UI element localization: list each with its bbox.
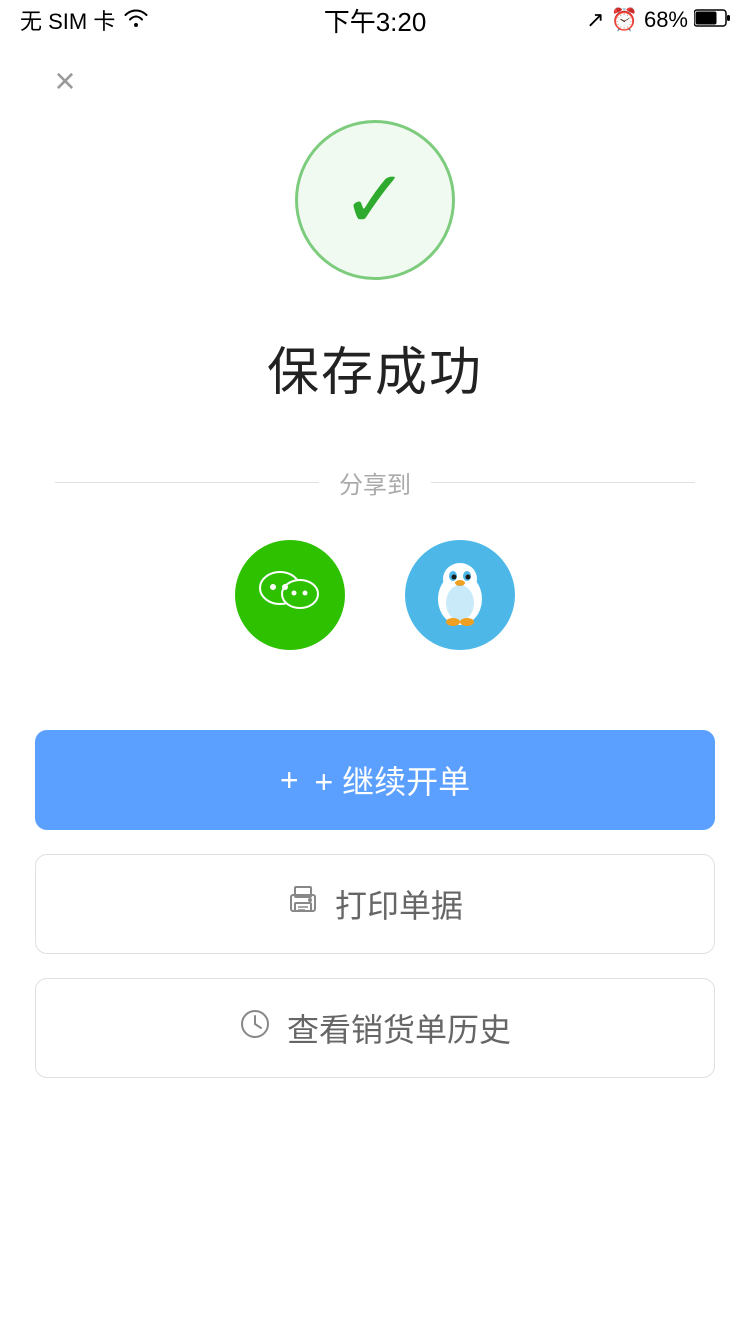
status-left: 无 SIM 卡: [20, 4, 149, 36]
main-content: ✓ 保存成功 分享到: [0, 40, 750, 1078]
history-label: 查看销货单历史: [287, 1005, 511, 1051]
divider-line-right: [431, 482, 695, 483]
qq-icon: [431, 561, 489, 629]
status-time: 下午3:20: [324, 2, 427, 39]
continue-label: + 继续开单: [315, 757, 471, 803]
history-button[interactable]: 查看销货单历史: [35, 978, 715, 1078]
wifi-icon: [123, 7, 149, 33]
qq-share-button[interactable]: [405, 540, 515, 650]
success-title: 保存成功: [267, 330, 483, 405]
checkmark-icon: ✓: [341, 160, 408, 240]
print-label: 打印单据: [335, 881, 463, 927]
share-label: 分享到: [339, 465, 411, 500]
close-button[interactable]: ×: [40, 56, 90, 106]
battery-icon: [694, 7, 730, 33]
wechat-share-button[interactable]: [235, 540, 345, 650]
status-bar: 无 SIM 卡 下午3:20 ↗ ⏰ 68%: [0, 0, 750, 40]
no-sim-text: 无 SIM 卡: [20, 4, 115, 36]
share-row: [235, 540, 515, 650]
close-icon: ×: [54, 63, 75, 99]
continue-button[interactable]: + + 继续开单: [35, 730, 715, 830]
alarm-icon: ⏰: [611, 7, 638, 33]
success-circle: ✓: [295, 120, 455, 280]
battery-text: 68%: [644, 7, 688, 33]
location-icon: ↗: [586, 7, 604, 33]
plus-icon: +: [280, 762, 299, 799]
status-right: ↗ ⏰ 68%: [586, 7, 730, 33]
clock-icon: [239, 1008, 271, 1048]
print-button[interactable]: 打印单据: [35, 854, 715, 954]
divider-line-left: [55, 482, 319, 483]
share-divider: 分享到: [55, 465, 695, 500]
printer-icon: [287, 885, 319, 923]
action-buttons: + + 继续开单 打印单据: [35, 730, 715, 1078]
wechat-icon: [258, 568, 322, 622]
